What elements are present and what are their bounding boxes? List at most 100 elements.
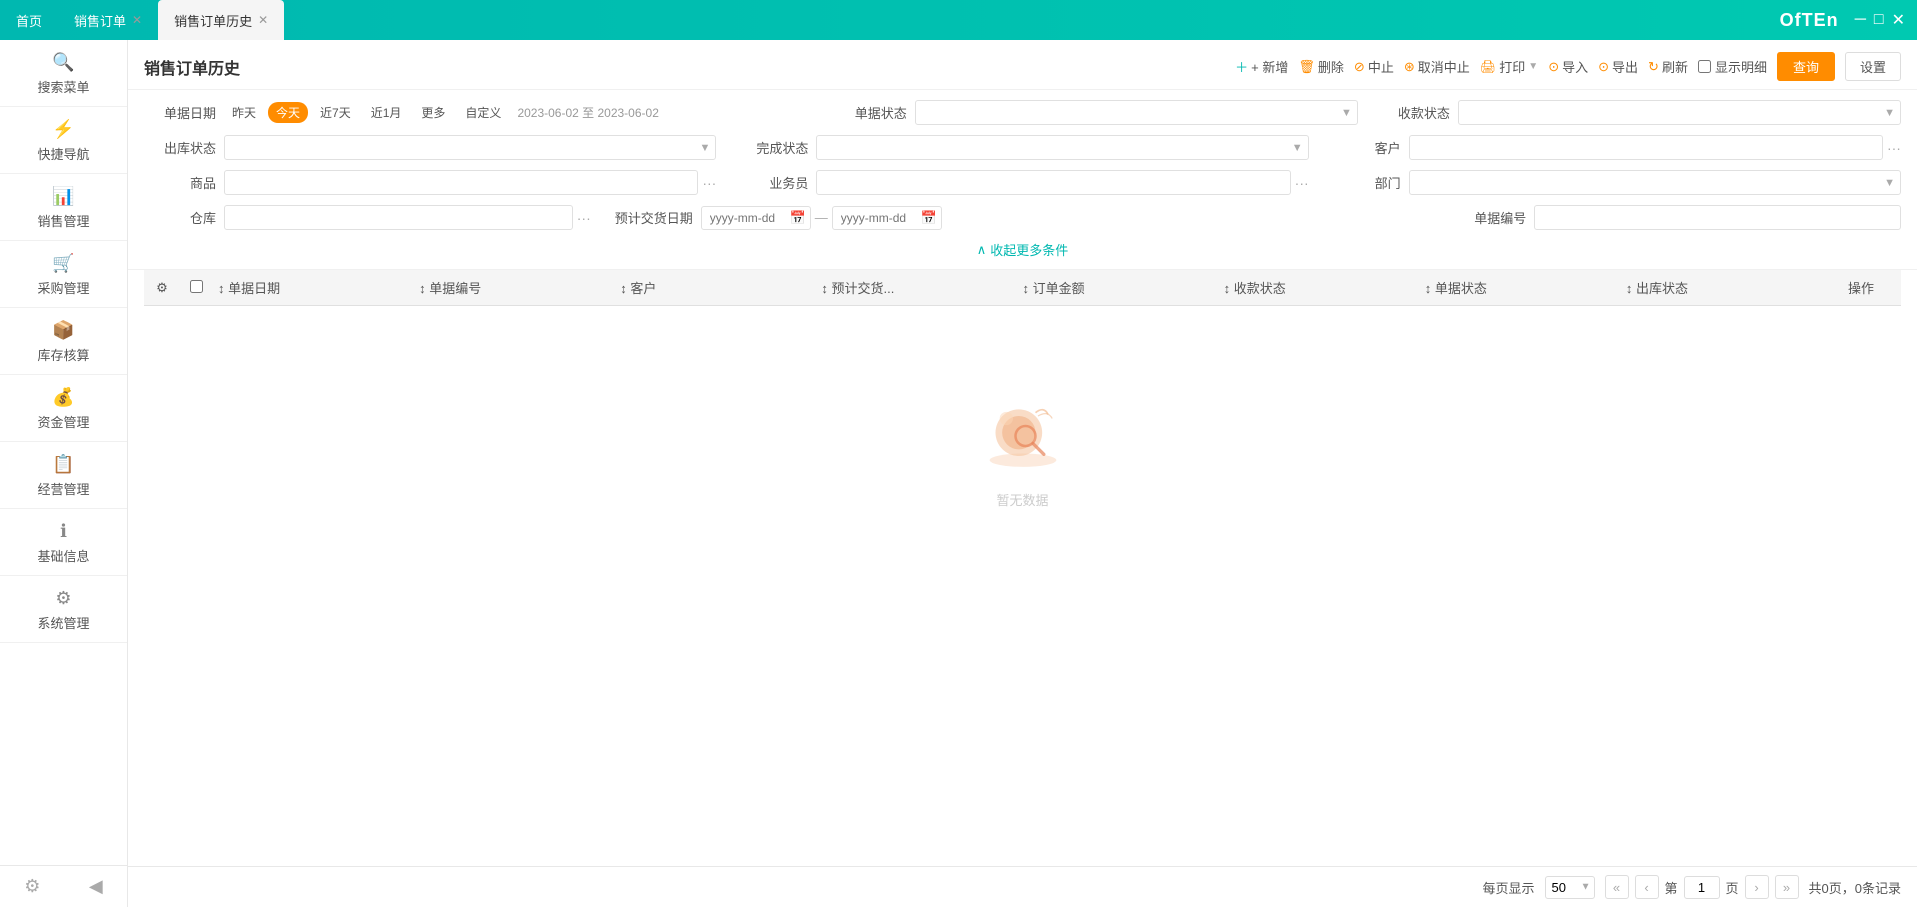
sidebar-item-quick-nav[interactable]: ⚡ 快捷导航 xyxy=(0,107,127,174)
delivery-from-wrap: 📅 xyxy=(701,206,811,230)
page-header: 销售订单历史 ＋ + 新增 🗑 删除 ⊘ 中止 ⊛ 取消中止 xyxy=(128,40,1917,90)
page-title: 销售订单历史 xyxy=(144,55,240,79)
pill-yesterday[interactable]: 昨天 xyxy=(224,102,264,123)
first-page-button[interactable]: « xyxy=(1605,875,1629,899)
current-page-input[interactable] xyxy=(1684,876,1720,899)
refresh-icon: ↻ xyxy=(1648,59,1659,75)
sidebar-item-inventory-label: 库存核算 xyxy=(37,345,89,364)
th-settings[interactable]: ⚙ xyxy=(144,270,180,306)
complete-status-select[interactable] xyxy=(816,135,1308,160)
next-page-button[interactable]: › xyxy=(1745,875,1769,899)
sidebar-item-operations[interactable]: 📋 经营管理 xyxy=(0,442,127,509)
empty-illustration xyxy=(973,386,1073,476)
calendar-from-icon: 📅 xyxy=(790,210,806,226)
sidebar-item-search[interactable]: 🔍 搜索菜单 xyxy=(0,40,127,107)
th-checkbox[interactable] xyxy=(180,270,212,306)
collapse-button[interactable]: ∧ 收起更多条件 xyxy=(144,240,1901,259)
data-table: ⚙ ↕ 单据日期 ↕ 单据编号 ↕ 客户 ↕ 预计交货... xyxy=(144,270,1901,306)
salesperson-dots[interactable]: ··· xyxy=(1295,175,1309,191)
dept-select[interactable] xyxy=(1409,170,1901,195)
product-dots[interactable]: ··· xyxy=(702,175,716,191)
setting-button[interactable]: 设置 xyxy=(1845,52,1901,81)
settings-bottom-icon[interactable]: ⚙ xyxy=(24,876,40,897)
tab-home[interactable]: 首页 xyxy=(0,0,58,40)
pill-1month[interactable]: 近1月 xyxy=(363,102,410,123)
sidebar-item-basics[interactable]: ℹ 基础信息 xyxy=(0,509,127,576)
date-range-text: 2023-06-02 至 2023-06-02 xyxy=(517,104,658,121)
salesperson-input[interactable] xyxy=(816,170,1290,195)
display-detail-checkbox[interactable] xyxy=(1698,60,1711,73)
select-all-checkbox[interactable] xyxy=(190,280,203,293)
customer-dots[interactable]: ··· xyxy=(1887,140,1901,156)
date-filter: 昨天 今天 近7天 近1月 更多 自定义 2023-06-02 至 2023-0… xyxy=(224,102,815,123)
order-status-select[interactable] xyxy=(915,100,1358,125)
refresh-button[interactable]: ↻ 刷新 xyxy=(1648,57,1688,76)
print-button[interactable]: 🖨 打印 ▼ xyxy=(1480,57,1538,76)
close-icon-history[interactable]: ✕ xyxy=(258,13,268,27)
warehouse-control: ··· xyxy=(224,205,591,230)
th-payment: ↕ 收款状态 xyxy=(1218,270,1419,306)
pill-7days[interactable]: 近7天 xyxy=(312,102,359,123)
sidebar-bottom: ⚙ ◀ xyxy=(0,865,127,907)
stop-button[interactable]: ⊘ 中止 xyxy=(1354,57,1394,76)
th-date: ↕ 单据日期 xyxy=(212,270,413,306)
pill-more[interactable]: 更多 xyxy=(413,102,453,123)
refresh-label: 刷新 xyxy=(1662,57,1688,76)
tab-sales-history[interactable]: 销售订单历史 ✕ xyxy=(158,0,284,40)
sidebar-item-inventory[interactable]: 📦 库存核算 xyxy=(0,308,127,375)
tab-sales-order[interactable]: 销售订单 ✕ xyxy=(58,0,158,40)
warehouse-dots[interactable]: ··· xyxy=(577,210,591,226)
order-status-label: 单据状态 xyxy=(835,103,915,122)
stop-label: 中止 xyxy=(1368,57,1394,76)
payment-status-select[interactable] xyxy=(1458,100,1901,125)
prev-page-button[interactable]: ‹ xyxy=(1635,875,1659,899)
date-dash: — xyxy=(815,210,828,225)
outbound-status-select[interactable] xyxy=(224,135,716,160)
toolbar: ＋ + 新增 🗑 删除 ⊘ 中止 ⊛ 取消中止 🖨 打印 xyxy=(1235,52,1901,81)
page-size-select[interactable]: 10 20 50 100 xyxy=(1545,876,1595,899)
sidebar-item-quick-nav-label: 快捷导航 xyxy=(37,144,89,163)
query-button[interactable]: 查询 xyxy=(1777,52,1835,81)
th-amount: ↕ 订单金额 xyxy=(1017,270,1218,306)
maximize-icon[interactable]: □ xyxy=(1874,11,1884,29)
cancel-stop-button[interactable]: ⊛ 取消中止 xyxy=(1404,57,1470,76)
order-no-input[interactable] xyxy=(1534,205,1901,230)
pill-today[interactable]: 今天 xyxy=(268,102,308,123)
sidebar-item-purchase-label: 采购管理 xyxy=(37,278,89,297)
customer-input[interactable] xyxy=(1409,135,1883,160)
payment-status-label: 收款状态 xyxy=(1378,103,1458,122)
order-no-label: 单据编号 xyxy=(1454,208,1534,227)
delete-icon: 🗑 xyxy=(1298,59,1315,75)
th-customer: ↕ 客户 xyxy=(614,270,815,306)
close-icon-sales[interactable]: ✕ xyxy=(132,13,142,27)
th-date-label: ↕ 单据日期 xyxy=(218,281,280,296)
print-chevron: ▼ xyxy=(1528,61,1538,72)
delivery-date-pair: 📅 — 📅 xyxy=(701,206,942,230)
empty-text: 暂无数据 xyxy=(996,490,1048,509)
last-page-button[interactable]: » xyxy=(1775,875,1799,899)
sidebar-item-sales[interactable]: 📊 销售管理 xyxy=(0,174,127,241)
collapse-sidebar-icon[interactable]: ◀ xyxy=(89,876,103,897)
minimize-icon[interactable]: ─ xyxy=(1855,11,1866,29)
th-order-no-label: ↕ 单据编号 xyxy=(419,281,481,296)
top-bar: 首页 销售订单 ✕ 销售订单历史 ✕ OfTEn ─ □ ✕ xyxy=(0,0,1917,40)
sidebar-item-system[interactable]: ⚙ 系统管理 xyxy=(0,576,127,643)
content-area: 销售订单历史 ＋ + 新增 🗑 删除 ⊘ 中止 ⊛ 取消中止 xyxy=(128,40,1917,907)
table-header-row: ⚙ ↕ 单据日期 ↕ 单据编号 ↕ 客户 ↕ 预计交货... xyxy=(144,270,1901,306)
product-input[interactable] xyxy=(224,170,698,195)
collapse-arrow-icon: ∧ xyxy=(977,242,987,258)
search-icon: 🔍 xyxy=(52,52,74,73)
import-button[interactable]: ⊙ 导入 xyxy=(1548,57,1588,76)
print-label: 打印 xyxy=(1499,57,1525,76)
display-detail-check[interactable]: 显示明细 xyxy=(1698,57,1767,76)
sidebar-item-purchase[interactable]: 🛒 采购管理 xyxy=(0,241,127,308)
sidebar-item-finance[interactable]: 💰 资金管理 xyxy=(0,375,127,442)
new-button[interactable]: ＋ + 新增 xyxy=(1235,57,1288,76)
filter-row-3: 商品 ··· 业务员 ··· 部门 ▼ xyxy=(144,170,1901,195)
th-operation-label: 操作 xyxy=(1848,281,1874,296)
warehouse-input[interactable] xyxy=(224,205,573,230)
export-button[interactable]: ⊙ 导出 xyxy=(1598,57,1638,76)
pill-custom[interactable]: 自定义 xyxy=(457,102,509,123)
delete-button[interactable]: 🗑 删除 xyxy=(1298,57,1344,76)
window-close-icon[interactable]: ✕ xyxy=(1892,10,1905,30)
